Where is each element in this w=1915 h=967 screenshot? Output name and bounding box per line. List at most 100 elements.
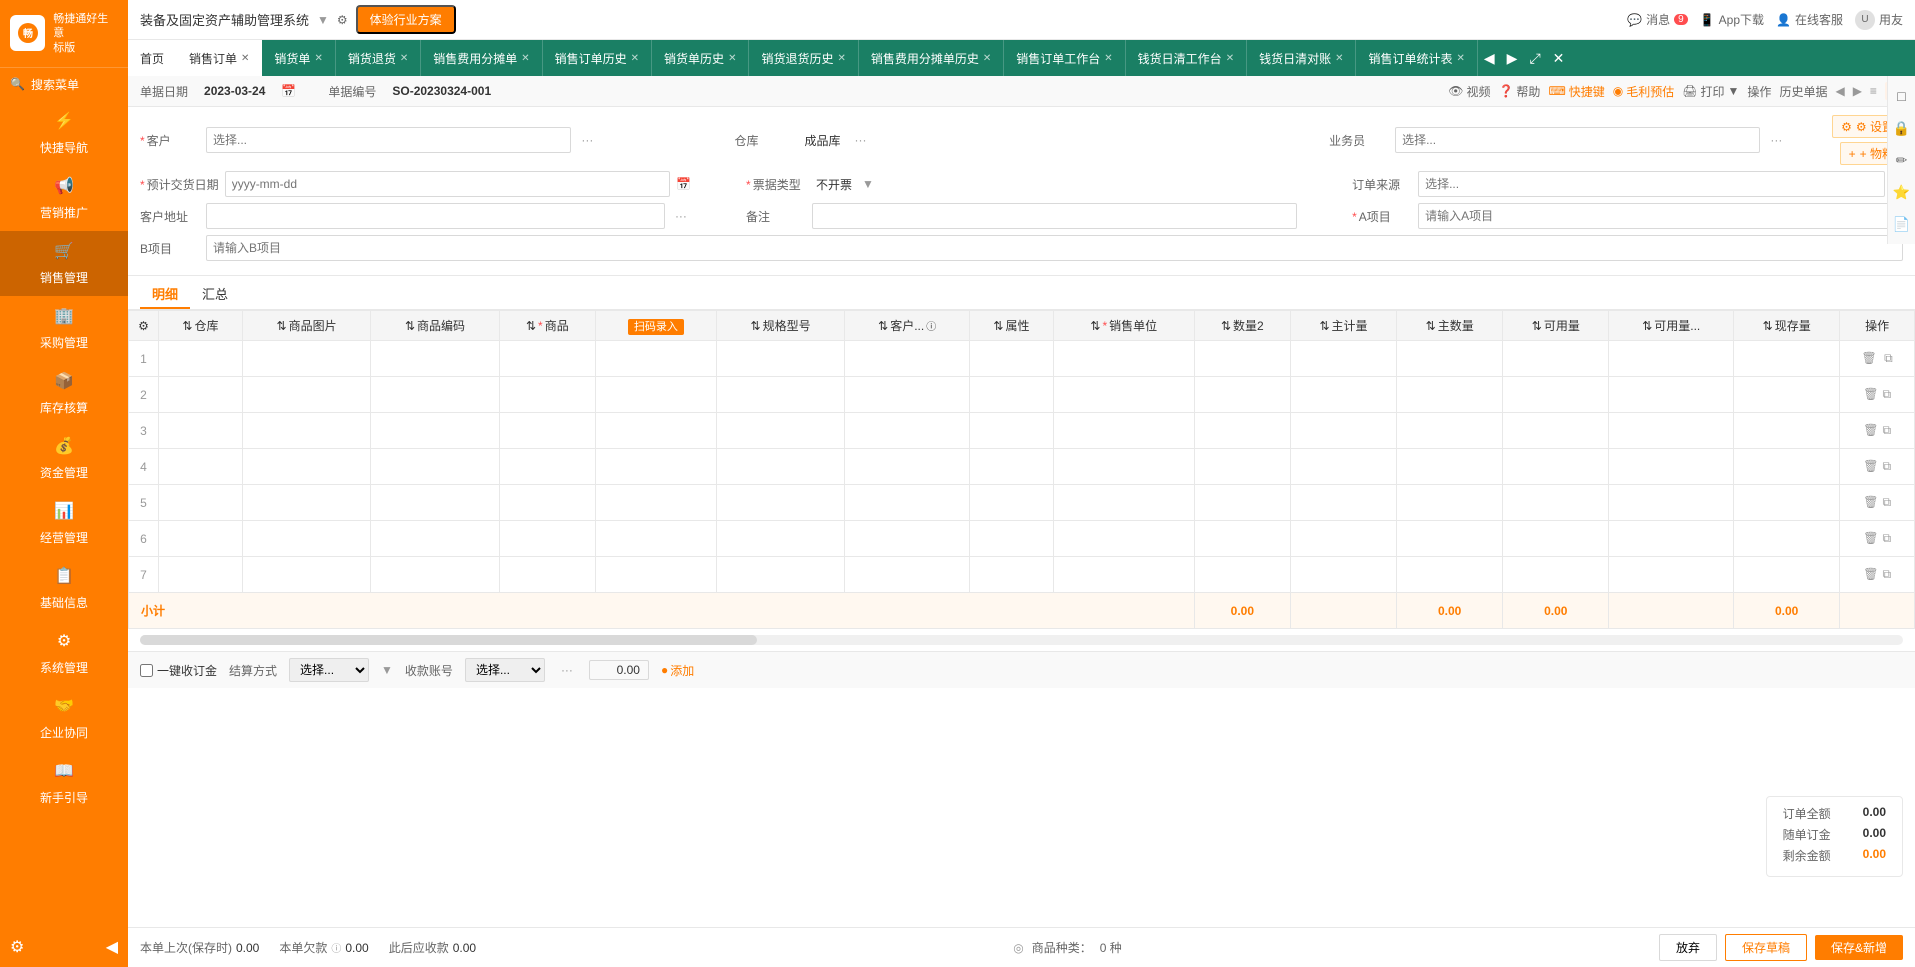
row4-unit[interactable]: [1053, 449, 1194, 485]
tab-close-sales-goods[interactable]: ✕: [314, 53, 322, 64]
tab-prev-btn[interactable]: ◀: [1478, 50, 1501, 67]
row7-delete-icon[interactable]: 🗑: [1863, 567, 1878, 581]
row1-main-qty[interactable]: [1397, 341, 1503, 377]
row2-scan[interactable]: [595, 377, 716, 413]
row3-warehouse[interactable]: [159, 413, 243, 449]
row5-image[interactable]: [242, 485, 370, 521]
calendar-icon[interactable]: 📅: [281, 84, 296, 98]
row6-main-qty[interactable]: [1397, 521, 1503, 557]
row5-spec[interactable]: [716, 485, 844, 521]
row1-code[interactable]: [371, 341, 499, 377]
jiesuan-select[interactable]: 选择...: [289, 658, 369, 682]
row6-delete-icon[interactable]: 🗑: [1863, 531, 1878, 545]
row4-attribute[interactable]: [970, 449, 1054, 485]
sidebar-settings-icon[interactable]: ⚙: [10, 937, 24, 957]
row7-code[interactable]: [371, 557, 499, 593]
row4-image[interactable]: [242, 449, 370, 485]
row1-copy-icon[interactable]: ⧉: [1884, 351, 1893, 365]
row4-code[interactable]: [371, 449, 499, 485]
row5-available[interactable]: [1503, 485, 1609, 521]
add-btn[interactable]: ● 添加: [661, 662, 694, 679]
address-more-btn[interactable]: ···: [671, 209, 691, 223]
tab-daily-workbench[interactable]: 钱货日清工作台 ✕: [1126, 40, 1247, 76]
row6-unit[interactable]: [1053, 521, 1194, 557]
row6-qty2[interactable]: [1194, 521, 1290, 557]
row7-main-unit[interactable]: [1290, 557, 1396, 593]
sidebar-collapse-icon[interactable]: ◀: [106, 937, 118, 957]
jiesuan-dropdown-icon[interactable]: ▼: [381, 663, 393, 677]
scroll-thumb[interactable]: [140, 635, 757, 645]
row7-available2[interactable]: [1609, 557, 1734, 593]
row6-available2[interactable]: [1609, 521, 1734, 557]
th-customer-code[interactable]: ⇅客户...ⓘ: [845, 311, 970, 341]
row3-main-qty[interactable]: [1397, 413, 1503, 449]
row2-qty2[interactable]: [1194, 377, 1290, 413]
row3-code[interactable]: [371, 413, 499, 449]
row5-main-unit[interactable]: [1290, 485, 1396, 521]
user-btn[interactable]: U 用友: [1855, 10, 1903, 30]
tab-close-cost-hist[interactable]: ✕: [983, 53, 991, 64]
row3-customer-code[interactable]: [845, 413, 970, 449]
tab-close-sales-stats[interactable]: ✕: [1457, 53, 1465, 64]
sidebar-item-purchase[interactable]: 🏢 采购管理: [0, 296, 128, 361]
row2-image[interactable]: [242, 377, 370, 413]
row6-code[interactable]: [371, 521, 499, 557]
settings-gear-icon[interactable]: ⚙: [337, 13, 348, 27]
sidebar-item-management[interactable]: 📊 经营管理: [0, 491, 128, 556]
row6-stock[interactable]: [1734, 521, 1840, 557]
row5-goods[interactable]: [499, 485, 595, 521]
discard-btn[interactable]: 放弃: [1659, 934, 1717, 961]
tab-goods-history[interactable]: 销货单历史 ✕: [652, 40, 749, 76]
tab-summary[interactable]: 汇总: [190, 280, 240, 309]
sidebar-item-sales[interactable]: 🛒 销售管理: [0, 231, 128, 296]
row5-warehouse[interactable]: [159, 485, 243, 521]
row1-available2[interactable]: [1609, 341, 1734, 377]
row5-main-qty[interactable]: [1397, 485, 1503, 521]
tab-close-return-hist[interactable]: ✕: [837, 53, 845, 64]
warehouse-more-btn[interactable]: ···: [851, 133, 871, 147]
row2-customer-code[interactable]: [845, 377, 970, 413]
th-main-qty[interactable]: ⇅主数量: [1397, 311, 1503, 341]
row2-available2[interactable]: [1609, 377, 1734, 413]
sidebar-item-guide[interactable]: 📖 新手引导: [0, 751, 128, 816]
yijian-checkbox[interactable]: [140, 664, 153, 677]
row1-delete-icon[interactable]: 🗑: [1862, 351, 1877, 365]
row7-attribute[interactable]: [970, 557, 1054, 593]
row1-qty2[interactable]: [1194, 341, 1290, 377]
row2-attribute[interactable]: [970, 377, 1054, 413]
row5-scan[interactable]: [595, 485, 716, 521]
row4-warehouse[interactable]: [159, 449, 243, 485]
app-download-btn[interactable]: 📱 App下载: [1700, 11, 1764, 28]
th-available[interactable]: ⇅可用量: [1503, 311, 1609, 341]
sidebar-item-inventory[interactable]: 📦 库存核算: [0, 361, 128, 426]
row4-stock[interactable]: [1734, 449, 1840, 485]
row3-spec[interactable]: [716, 413, 844, 449]
row2-available[interactable]: [1503, 377, 1609, 413]
row5-customer-code[interactable]: [845, 485, 970, 521]
row7-goods[interactable]: [499, 557, 595, 593]
tab-close-sales-return[interactable]: ✕: [400, 53, 408, 64]
row3-attribute[interactable]: [970, 413, 1054, 449]
sidebar-item-marketing[interactable]: 📢 营销推广: [0, 166, 128, 231]
row5-qty2[interactable]: [1194, 485, 1290, 521]
row7-qty2[interactable]: [1194, 557, 1290, 593]
industry-btn[interactable]: 体验行业方案: [356, 5, 456, 34]
row1-attribute[interactable]: [970, 341, 1054, 377]
row3-goods[interactable]: [499, 413, 595, 449]
message-btn[interactable]: 💬 消息 9: [1627, 11, 1688, 28]
row3-copy-icon[interactable]: ⧉: [1882, 423, 1891, 437]
row3-stock[interactable]: [1734, 413, 1840, 449]
customer-input[interactable]: [206, 127, 571, 153]
row5-available2[interactable]: [1609, 485, 1734, 521]
row7-customer-code[interactable]: [845, 557, 970, 593]
row3-image[interactable]: [242, 413, 370, 449]
row3-qty2[interactable]: [1194, 413, 1290, 449]
tab-close-goods-hist[interactable]: ✕: [728, 53, 736, 64]
shortcut-btn[interactable]: ⌨ 快捷键: [1548, 83, 1604, 100]
th-main-unit[interactable]: ⇅主计量: [1290, 311, 1396, 341]
row4-delete-icon[interactable]: 🗑: [1863, 459, 1878, 473]
row3-scan[interactable]: [595, 413, 716, 449]
row6-main-unit[interactable]: [1290, 521, 1396, 557]
row7-stock[interactable]: [1734, 557, 1840, 593]
row3-delete-icon[interactable]: 🗑: [1863, 423, 1878, 437]
